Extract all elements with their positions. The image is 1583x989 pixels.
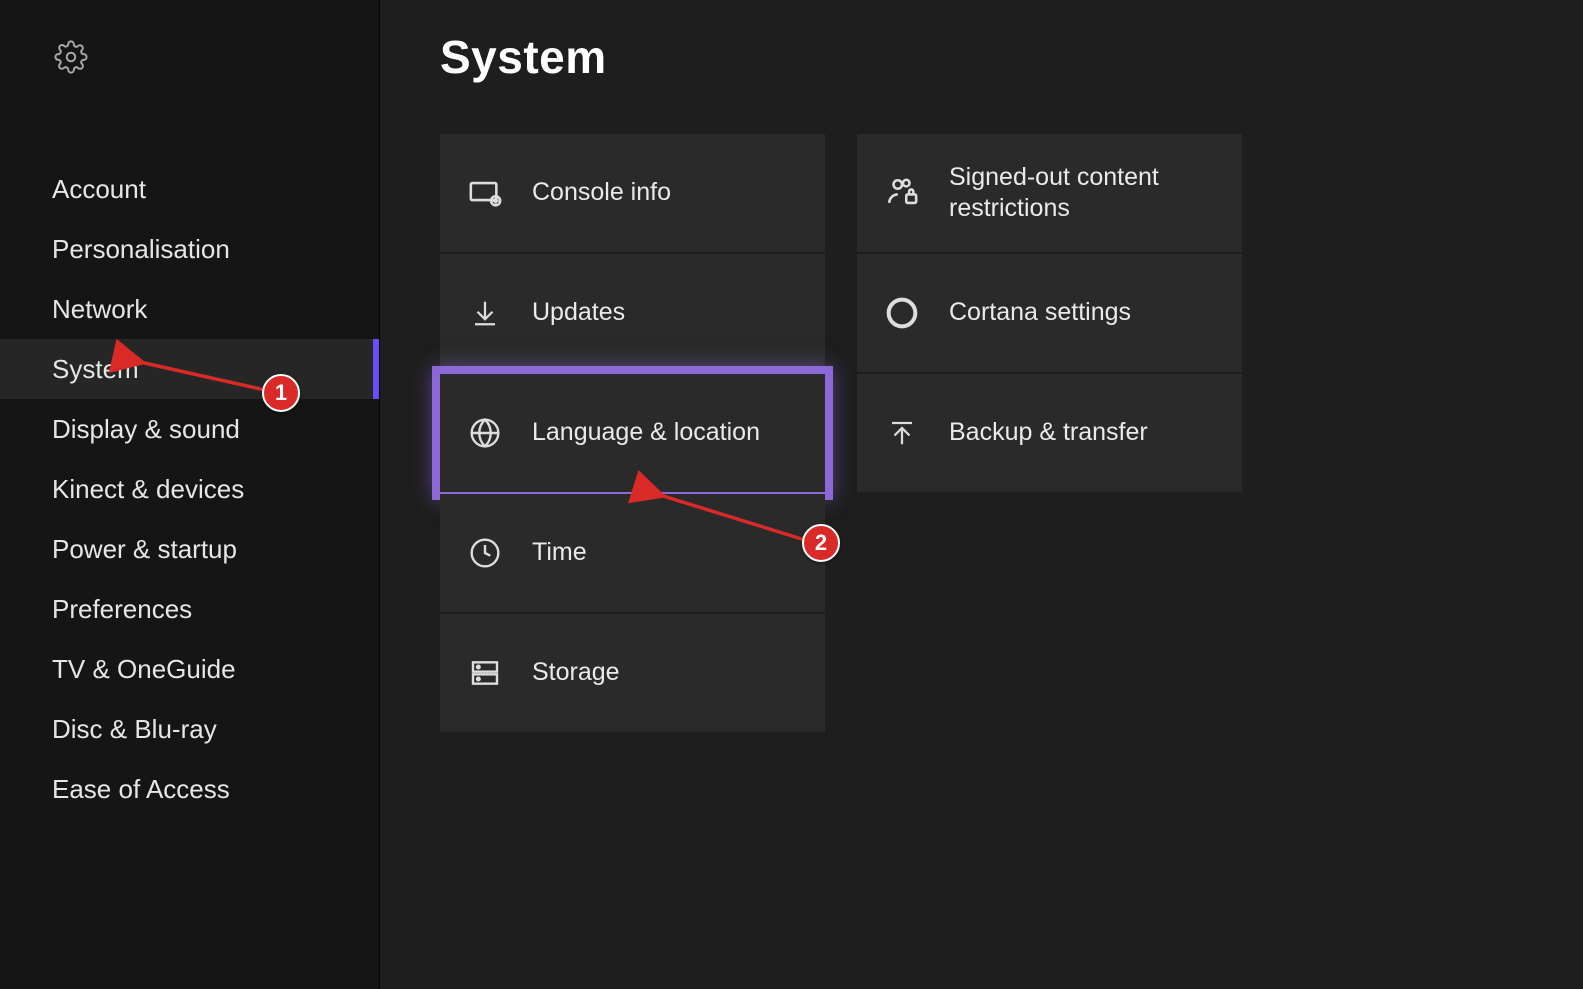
sidebar-item-label: TV & OneGuide xyxy=(52,654,236,685)
sidebar-item-label: Network xyxy=(52,294,147,325)
sidebar-item-tv-oneguide[interactable]: TV & OneGuide xyxy=(0,639,379,699)
tile-label: Updates xyxy=(532,297,625,328)
globe-icon xyxy=(468,416,502,450)
upload-icon xyxy=(885,416,919,450)
sidebar-item-label: Display & sound xyxy=(52,414,240,445)
tile-label: Language & location xyxy=(532,417,760,448)
tile-grid: Console info Updates Language & location xyxy=(440,134,1523,734)
tile-label: Cortana settings xyxy=(949,297,1131,328)
sidebar-item-display-sound[interactable]: Display & sound xyxy=(0,399,379,459)
tile-label: Console info xyxy=(532,177,671,208)
tile-label: Storage xyxy=(532,657,620,688)
tile-backup-transfer[interactable]: Backup & transfer xyxy=(857,374,1242,492)
sidebar-item-label: Kinect & devices xyxy=(52,474,244,505)
main-panel: System Console info Updates xyxy=(380,0,1583,989)
tile-storage[interactable]: Storage xyxy=(440,614,825,732)
tile-language-location[interactable]: Language & location xyxy=(440,374,825,492)
sidebar-item-account[interactable]: Account xyxy=(0,159,379,219)
sidebar-item-label: Personalisation xyxy=(52,234,230,265)
sidebar-item-label: Preferences xyxy=(52,594,192,625)
sidebar-item-label: Power & startup xyxy=(52,534,237,565)
sidebar-item-system[interactable]: System xyxy=(0,339,379,399)
tile-label: Time xyxy=(532,537,587,568)
sidebar-item-label: System xyxy=(52,354,139,385)
page-title: System xyxy=(440,30,1523,84)
storage-icon xyxy=(468,656,502,690)
tile-column-2: Signed-out content restrictions Cortana … xyxy=(857,134,1242,734)
sidebar-item-preferences[interactable]: Preferences xyxy=(0,579,379,639)
tile-label: Backup & transfer xyxy=(949,417,1148,448)
settings-sidebar: Account Personalisation Network System D… xyxy=(0,0,380,989)
gear-icon xyxy=(54,61,88,78)
tile-time[interactable]: Time xyxy=(440,494,825,612)
sidebar-item-label: Ease of Access xyxy=(52,774,230,805)
sidebar-item-kinect-devices[interactable]: Kinect & devices xyxy=(0,459,379,519)
tile-updates[interactable]: Updates xyxy=(440,254,825,372)
download-icon xyxy=(468,296,502,330)
tile-content-restrictions[interactable]: Signed-out content restrictions xyxy=(857,134,1242,252)
app-root: Account Personalisation Network System D… xyxy=(0,0,1583,989)
tile-cortana-settings[interactable]: Cortana settings xyxy=(857,254,1242,372)
sidebar-item-ease-of-access[interactable]: Ease of Access xyxy=(0,759,379,819)
tile-label: Signed-out content restrictions xyxy=(949,162,1214,225)
sidebar-item-personalisation[interactable]: Personalisation xyxy=(0,219,379,279)
sidebar-header xyxy=(0,40,379,79)
sidebar-nav: Account Personalisation Network System D… xyxy=(0,159,379,819)
console-info-icon xyxy=(468,176,502,210)
sidebar-item-power-startup[interactable]: Power & startup xyxy=(0,519,379,579)
people-lock-icon xyxy=(885,176,919,210)
sidebar-item-disc-bluray[interactable]: Disc & Blu-ray xyxy=(0,699,379,759)
tile-column-1: Console info Updates Language & location xyxy=(440,134,825,734)
ring-icon xyxy=(885,296,919,330)
sidebar-item-label: Disc & Blu-ray xyxy=(52,714,217,745)
sidebar-item-network[interactable]: Network xyxy=(0,279,379,339)
tile-console-info[interactable]: Console info xyxy=(440,134,825,252)
sidebar-item-label: Account xyxy=(52,174,146,205)
clock-icon xyxy=(468,536,502,570)
